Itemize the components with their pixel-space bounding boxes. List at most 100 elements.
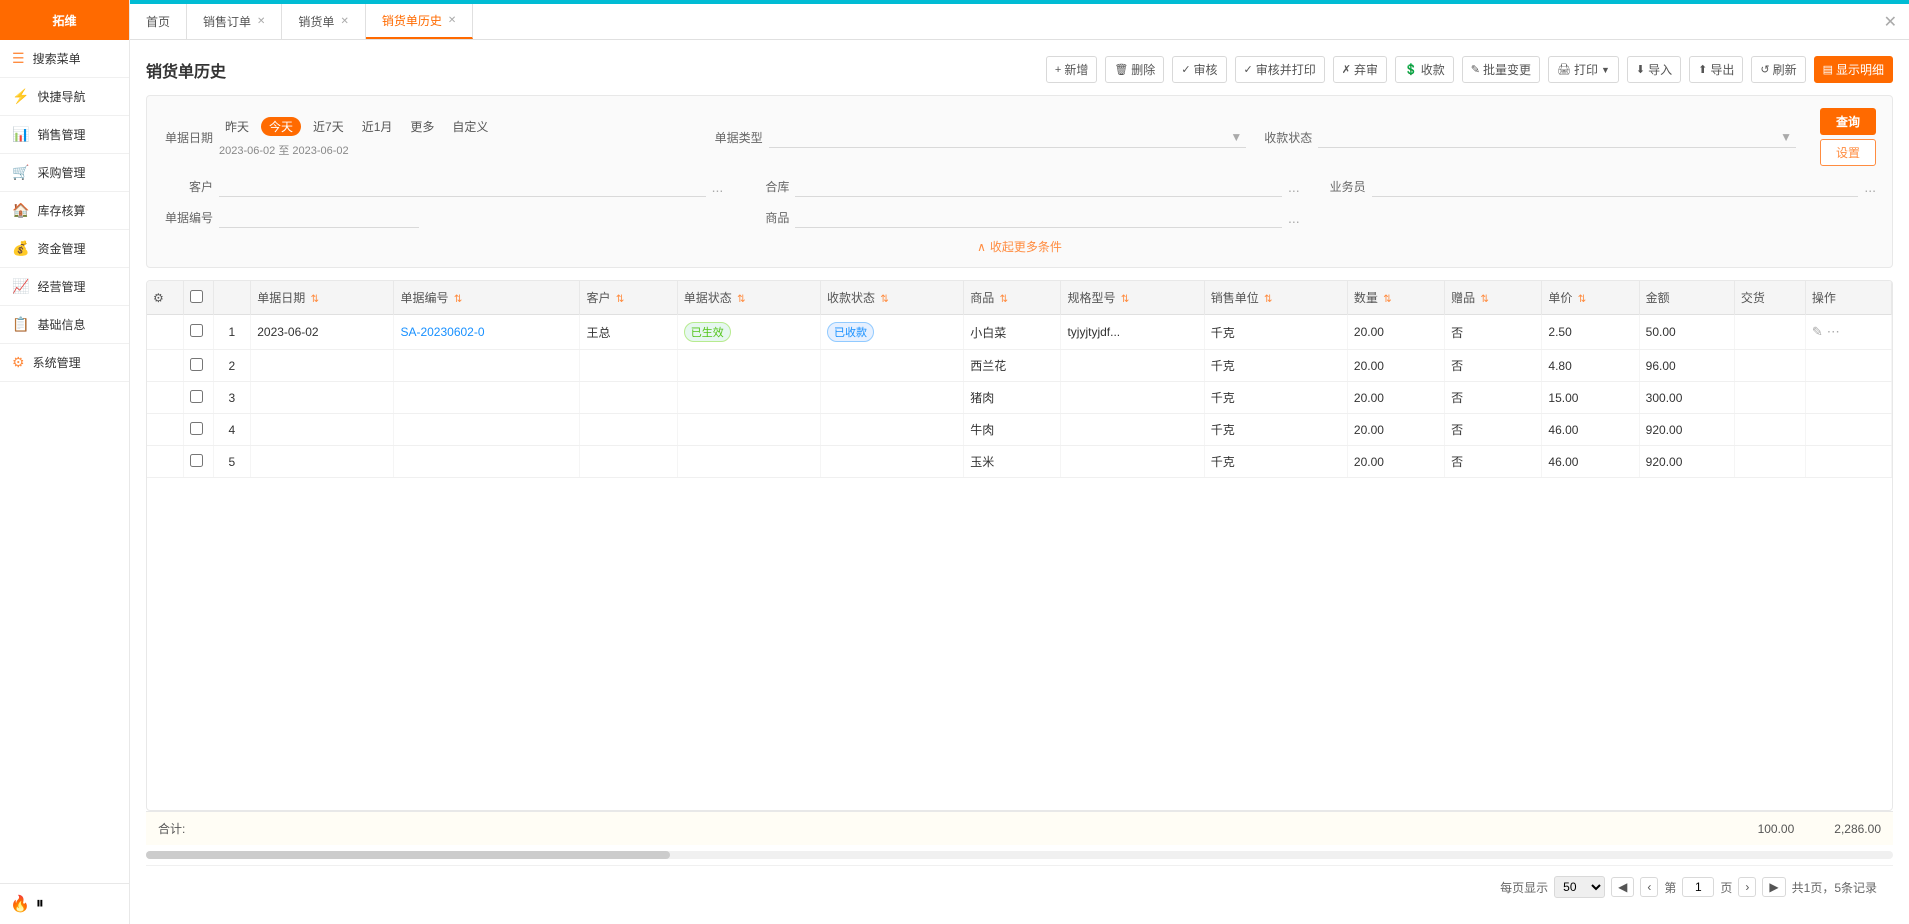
- row-checkbox[interactable]: [190, 324, 203, 337]
- close-all-tabs[interactable]: ✕: [1872, 12, 1909, 32]
- settings-button[interactable]: 设置: [1820, 139, 1876, 166]
- row-checkbox[interactable]: [190, 358, 203, 371]
- collapse-button[interactable]: ∧ 收起更多条件: [977, 238, 1062, 255]
- th-qty[interactable]: 数量 ⇅: [1347, 281, 1444, 315]
- sidebar-item-purchase-mgmt[interactable]: 🛒 采购管理: [0, 154, 129, 192]
- th-gear[interactable]: ⚙: [147, 281, 183, 315]
- date-tab-custom[interactable]: 自定义: [446, 117, 494, 136]
- action-cell[interactable]: [1805, 414, 1891, 446]
- date-tab-yesterday[interactable]: 昨天: [219, 117, 255, 136]
- page-number-input[interactable]: [1682, 877, 1714, 897]
- edit-action-btn[interactable]: ✎: [1812, 324, 1823, 339]
- gear-cell[interactable]: [147, 382, 183, 414]
- th-check[interactable]: [183, 281, 213, 315]
- th-doc-no[interactable]: 单据编号 ⇅: [394, 281, 580, 315]
- sidebar-item-inventory[interactable]: 🏠 库存核算: [0, 192, 129, 230]
- tab-close-sales-history[interactable]: ✕: [448, 15, 456, 26]
- prev-page-button[interactable]: ‹: [1640, 877, 1658, 897]
- first-page-button[interactable]: ◀: [1611, 877, 1634, 897]
- sidebar-item-quick-nav[interactable]: ⚡ 快捷导航: [0, 78, 129, 116]
- check-cell[interactable]: [183, 315, 213, 350]
- more-action-btn[interactable]: ⋯: [1827, 324, 1840, 339]
- add-button[interactable]: + 新增: [1046, 56, 1097, 83]
- tab-sales-history[interactable]: 销货单历史 ✕: [366, 4, 473, 39]
- action-cell[interactable]: ✎⋯: [1805, 315, 1891, 350]
- tab-close-sales-order[interactable]: ✕: [257, 16, 265, 27]
- th-customer[interactable]: 客户 ⇅: [580, 281, 677, 315]
- batch-change-button[interactable]: ✎ 批量变更: [1462, 56, 1540, 83]
- salesperson-input[interactable]: [1372, 176, 1859, 197]
- row-checkbox[interactable]: [190, 454, 203, 467]
- check-cell[interactable]: [183, 414, 213, 446]
- check-cell[interactable]: [183, 350, 213, 382]
- doc-no-cell[interactable]: [394, 350, 580, 382]
- row-checkbox[interactable]: [190, 422, 203, 435]
- next-page-button[interactable]: ›: [1738, 877, 1756, 897]
- tab-home[interactable]: 首页: [130, 4, 187, 39]
- th-doc-status[interactable]: 单据状态 ⇅: [677, 281, 820, 315]
- doc-no-cell[interactable]: [394, 414, 580, 446]
- doc-no-cell[interactable]: [394, 382, 580, 414]
- doc-no-link[interactable]: SA-20230602-0: [400, 325, 484, 339]
- payment-status-select[interactable]: ▼: [1318, 127, 1796, 148]
- warehouse-input[interactable]: [795, 176, 1282, 197]
- salesperson-dots[interactable]: ...: [1864, 179, 1876, 195]
- th-gift[interactable]: 赠品 ⇅: [1445, 281, 1542, 315]
- action-cell[interactable]: [1805, 446, 1891, 478]
- audit-print-button[interactable]: ✓ 审核并打印: [1235, 56, 1325, 83]
- check-cell[interactable]: [183, 446, 213, 478]
- sidebar-item-sales-mgmt[interactable]: 📊 销售管理: [0, 116, 129, 154]
- delete-button[interactable]: 🗑 删除: [1105, 56, 1164, 83]
- select-all-checkbox[interactable]: [190, 290, 203, 303]
- gear-cell[interactable]: [147, 350, 183, 382]
- sidebar-item-search-menu[interactable]: ☰ 搜索菜单: [0, 40, 129, 78]
- export-button[interactable]: ⬆ 导出: [1689, 56, 1743, 83]
- scrollbar-thumb[interactable]: [146, 851, 670, 859]
- doc-no-input[interactable]: [219, 207, 419, 228]
- goods-dots[interactable]: ...: [1288, 210, 1300, 226]
- refresh-button[interactable]: ↺ 刷新: [1751, 56, 1805, 83]
- tab-sales-goods[interactable]: 销货单 ✕: [282, 4, 365, 39]
- last-page-button[interactable]: ▶: [1762, 877, 1785, 897]
- gear-cell[interactable]: [147, 315, 183, 350]
- doc-type-select[interactable]: ▼: [769, 127, 1247, 148]
- date-tab-1month[interactable]: 近1月: [356, 117, 399, 136]
- row-checkbox[interactable]: [190, 390, 203, 403]
- th-spec[interactable]: 规格型号 ⇅: [1061, 281, 1204, 315]
- customer-input[interactable]: [219, 176, 706, 197]
- sidebar-item-system-mgmt[interactable]: ⚙ 系统管理: [0, 344, 129, 382]
- date-tab-more[interactable]: 更多: [404, 117, 440, 136]
- tab-close-sales-goods[interactable]: ✕: [340, 16, 348, 27]
- th-doc-date[interactable]: 单据日期 ⇅: [251, 281, 394, 315]
- audit-button[interactable]: ✓ 审核: [1172, 56, 1226, 83]
- action-cell[interactable]: [1805, 350, 1891, 382]
- tab-sales-order[interactable]: 销售订单 ✕: [187, 4, 282, 39]
- show-detail-button[interactable]: ▤ 显示明细: [1814, 56, 1893, 83]
- abandon-button[interactable]: ✗ 弃审: [1333, 56, 1387, 83]
- th-unit[interactable]: 销售单位 ⇅: [1204, 281, 1347, 315]
- gear-cell[interactable]: [147, 446, 183, 478]
- date-tab-today[interactable]: 今天: [261, 117, 301, 136]
- gear-cell[interactable]: [147, 414, 183, 446]
- warehouse-dots[interactable]: ...: [1288, 179, 1300, 195]
- doc-no-cell[interactable]: [394, 446, 580, 478]
- scrollbar-track[interactable]: [146, 851, 1893, 859]
- import-button[interactable]: ⬇ 导入: [1627, 56, 1681, 83]
- query-button[interactable]: 查询: [1820, 108, 1876, 135]
- pause-icon[interactable]: ⏸: [36, 895, 44, 913]
- collect-button[interactable]: 💲 收款: [1395, 56, 1454, 83]
- sidebar-item-finance[interactable]: 💰 资金管理: [0, 230, 129, 268]
- sidebar-item-operations[interactable]: 📈 经营管理: [0, 268, 129, 306]
- page-size-select[interactable]: 50 10 20 100: [1554, 876, 1605, 898]
- sidebar-item-basic-info[interactable]: 📋 基础信息: [0, 306, 129, 344]
- goods-input[interactable]: [795, 207, 1282, 228]
- th-goods[interactable]: 商品 ⇅: [964, 281, 1061, 315]
- date-tab-7days[interactable]: 近7天: [307, 117, 350, 136]
- doc-no-cell[interactable]: SA-20230602-0: [394, 315, 580, 350]
- th-unit-price[interactable]: 单价 ⇅: [1542, 281, 1639, 315]
- th-payment-status[interactable]: 收款状态 ⇅: [820, 281, 963, 315]
- action-cell[interactable]: [1805, 382, 1891, 414]
- customer-dots[interactable]: ...: [712, 179, 724, 195]
- fire-icon[interactable]: 🔥: [10, 894, 30, 914]
- check-cell[interactable]: [183, 382, 213, 414]
